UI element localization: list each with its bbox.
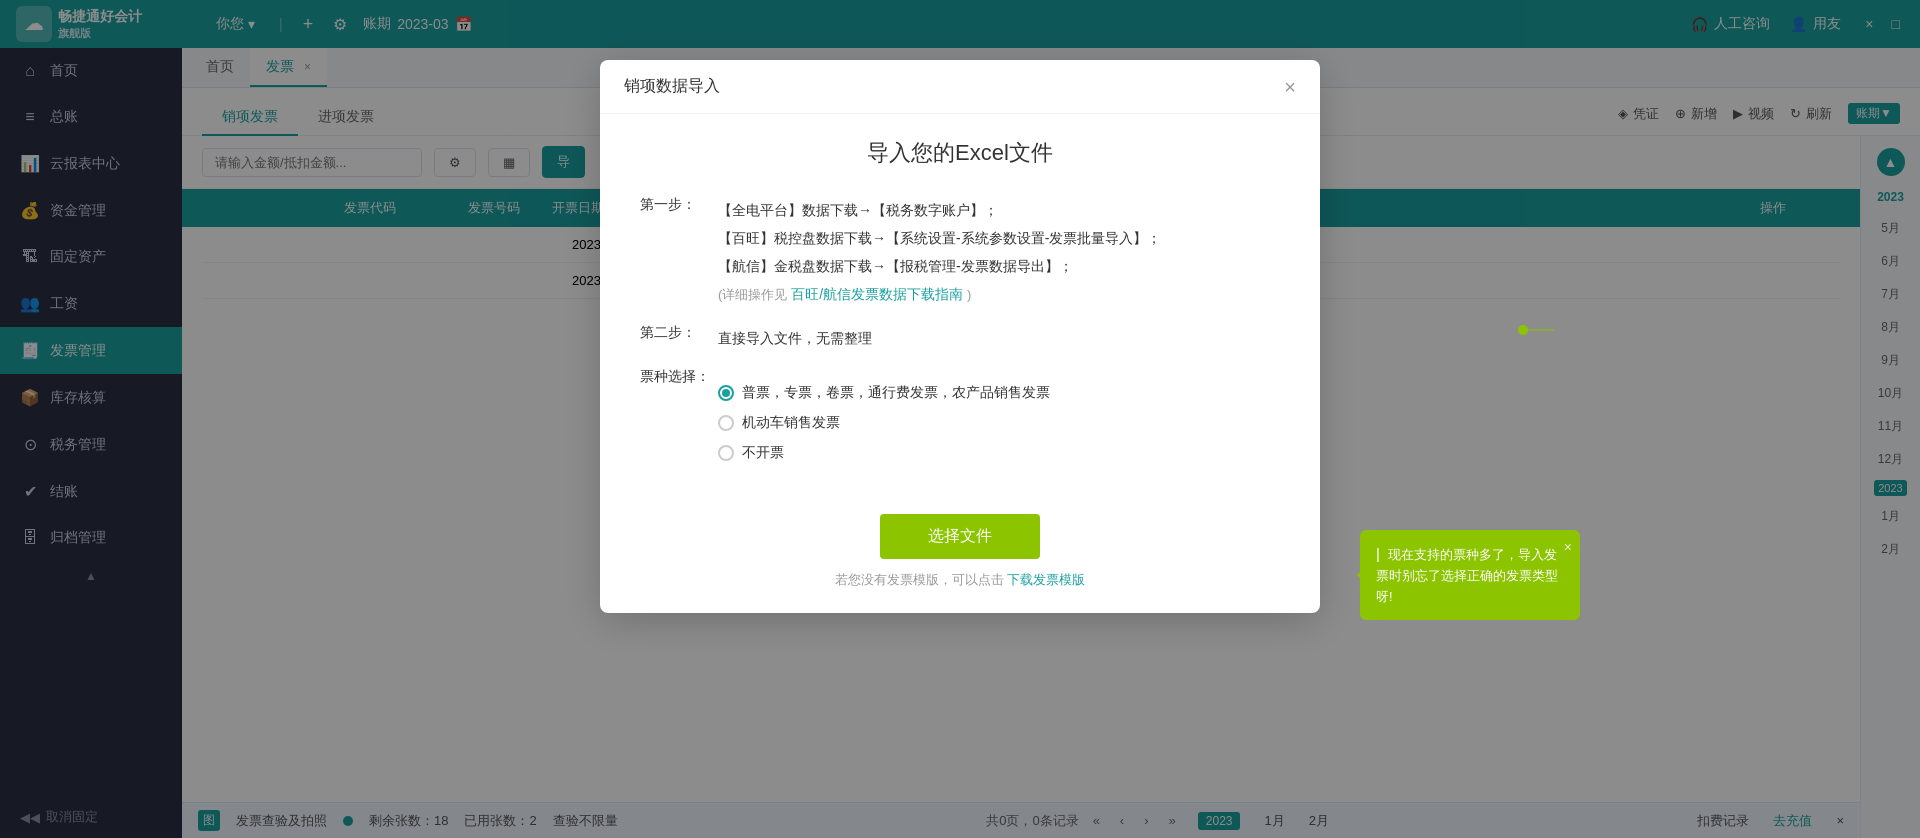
modal-title: 销项数据导入 xyxy=(624,76,720,97)
radio-car-label: 机动车销售发票 xyxy=(742,414,840,432)
step1-line2: 【百旺】税控盘数据下载→【系统设置-系统参数设置-发票批量导入】； xyxy=(718,224,1161,252)
tooltip-close-button[interactable]: × xyxy=(1564,536,1572,558)
step1-content: 【全电平台】数据下载→【税务数字账户】； 【百旺】税控盘数据下载→【系统设置-系… xyxy=(718,196,1161,308)
download-template-link[interactable]: 下载发票模版 xyxy=(1007,572,1085,587)
radio-car-circle xyxy=(718,415,734,431)
footer-note-prefix: 若您没有发票模版，可以点击 xyxy=(835,572,1004,587)
step1-note-prefix: (详细操作见 xyxy=(718,287,787,302)
tooltip-bubble: × | 现在支持的票种多了，导入发票时别忘了选择正确的发票类型呀! xyxy=(1360,530,1580,620)
modal-header: 销项数据导入 × xyxy=(600,60,1320,114)
step1-line1: 【全电平台】数据下载→【税务数字账户】； xyxy=(718,196,1161,224)
radio-normal-circle xyxy=(718,385,734,401)
modal-close-button[interactable]: × xyxy=(1284,77,1296,97)
select-file-button[interactable]: 选择文件 xyxy=(880,514,1040,559)
ticket-label: 票种选择： xyxy=(640,368,710,490)
step1-note-suffix: ) xyxy=(967,287,971,302)
radio-none[interactable]: 不开票 xyxy=(718,444,1050,462)
step1-note-link[interactable]: 百旺/航信发票数据下载指南 xyxy=(791,286,963,302)
step2-content: 直接导入文件，无需整理 xyxy=(718,324,872,352)
step1-line3: 【航信】金税盘数据下载→【报税管理-发票数据导出】； xyxy=(718,252,1161,280)
step1-note: (详细操作见 百旺/航信发票数据下载指南 ) xyxy=(718,280,1161,308)
radio-group: 普票，专票，卷票，通行费发票，农产品销售发票 机动车销售发票 不开票 xyxy=(718,384,1050,474)
tooltip-line xyxy=(1524,330,1554,331)
modal-main-title: 导入您的Excel文件 xyxy=(640,138,1280,168)
tooltip-dot xyxy=(1518,325,1528,335)
radio-none-circle xyxy=(718,445,734,461)
step2-row: 第二步： 直接导入文件，无需整理 xyxy=(640,324,1280,352)
modal-footer-note: 若您没有发票模版，可以点击 下载发票模版 xyxy=(640,571,1280,589)
step1-label: 第一步： xyxy=(640,196,710,308)
radio-none-label: 不开票 xyxy=(742,444,784,462)
import-modal: 销项数据导入 × 导入您的Excel文件 第一步： 【全电平台】数据下载→【税务… xyxy=(600,60,1320,613)
modal-body: 导入您的Excel文件 第一步： 【全电平台】数据下载→【税务数字账户】； 【百… xyxy=(600,114,1320,613)
ticket-row: 票种选择： 普票，专票，卷票，通行费发票，农产品销售发票 机动车销售发票 不开票 xyxy=(640,368,1280,490)
step2-label: 第二步： xyxy=(640,324,710,352)
tooltip-text: | 现在支持的票种多了，导入发票时别忘了选择正确的发票类型呀! xyxy=(1376,547,1558,604)
radio-normal-label: 普票，专票，卷票，通行费发票，农产品销售发票 xyxy=(742,384,1050,402)
radio-normal[interactable]: 普票，专票，卷票，通行费发票，农产品销售发票 xyxy=(718,384,1050,402)
modal-overlay: 销项数据导入 × 导入您的Excel文件 第一步： 【全电平台】数据下载→【税务… xyxy=(0,0,1920,838)
radio-car[interactable]: 机动车销售发票 xyxy=(718,414,1050,432)
step1-row: 第一步： 【全电平台】数据下载→【税务数字账户】； 【百旺】税控盘数据下载→【系… xyxy=(640,196,1280,308)
